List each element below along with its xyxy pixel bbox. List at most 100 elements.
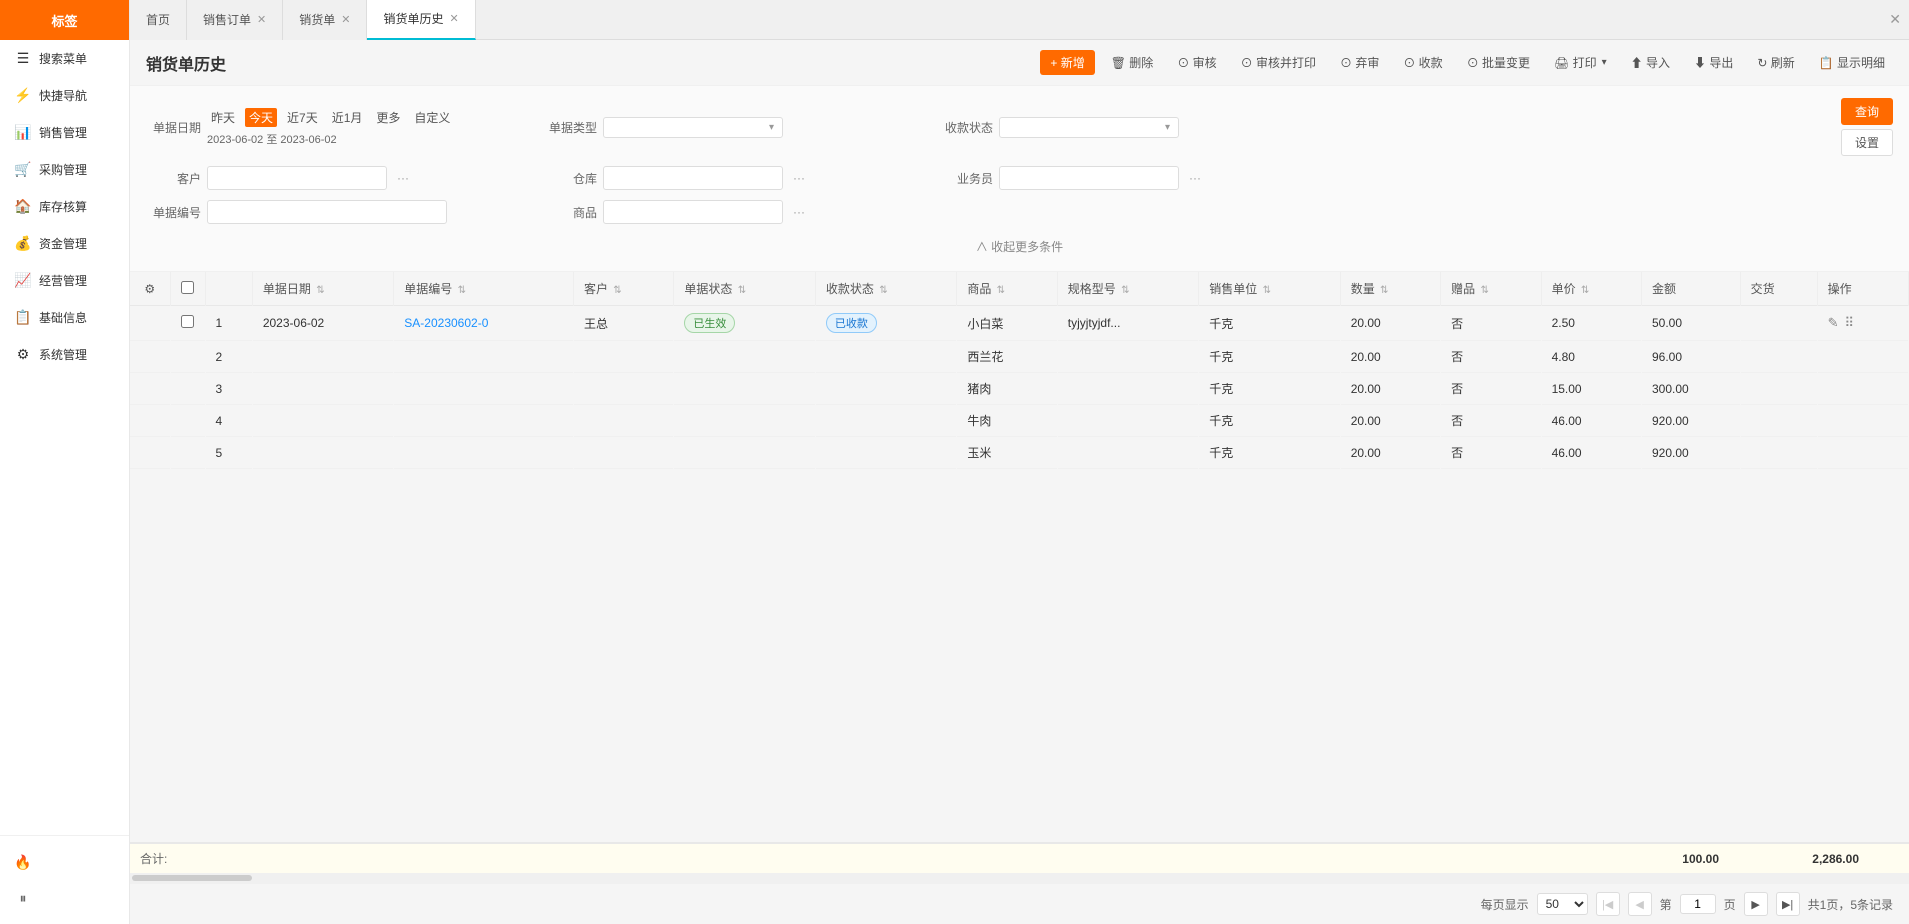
date-tab-today[interactable]: 今天 (245, 108, 277, 127)
td-doc-status-3 (674, 405, 815, 437)
sidebar-item-sys-mgmt[interactable]: ⚙ 系统管理 (0, 336, 129, 373)
warehouse-dots-icon[interactable]: ··· (793, 171, 805, 185)
per-page-select[interactable]: 20 50 100 (1537, 893, 1588, 915)
sort-doc-status-icon[interactable]: ⇅ (738, 285, 746, 296)
sidebar-item-ops-mgmt[interactable]: 📈 经营管理 (0, 262, 129, 299)
payment-status-select[interactable]: ▾ (999, 117, 1179, 138)
tab-close-sales-history[interactable]: ✕ (450, 12, 459, 25)
td-check-3[interactable] (170, 405, 205, 437)
tab-home[interactable]: 首页 (130, 0, 187, 40)
sidebar-item-quick-nav[interactable]: ⚡ 快捷导航 (0, 77, 129, 114)
sort-quantity-icon[interactable]: ⇅ (1380, 285, 1388, 296)
td-check-4[interactable] (170, 437, 205, 469)
sort-customer-icon[interactable]: ⇅ (613, 285, 621, 296)
table-row: 5 玉米 千克 20.00 否 46.00 920.00 (130, 437, 1909, 469)
tab-sales-history[interactable]: 销货单历史 ✕ (367, 0, 475, 40)
refresh-button[interactable]: ↻ 刷新 (1749, 50, 1802, 75)
edit-action-0[interactable]: ✎ (1828, 315, 1839, 330)
warehouse-input[interactable] (603, 166, 783, 190)
collapse-row[interactable]: ∧ 收起更多条件 (146, 234, 1893, 259)
td-pay-status-4 (815, 437, 956, 469)
th-doc-no[interactable]: 单据编号 ⇅ (394, 272, 574, 306)
query-button[interactable]: 查询 (1841, 98, 1893, 125)
sidebar-item-basic-info[interactable]: 📋 基础信息 (0, 299, 129, 336)
page-number-input[interactable] (1680, 894, 1716, 914)
sort-doc-date-icon[interactable]: ⇅ (316, 285, 324, 296)
goods-input[interactable] (603, 200, 783, 224)
td-check-0[interactable] (170, 306, 205, 341)
horizontal-scrollbar[interactable] (130, 873, 1909, 883)
row-checkbox-0[interactable] (181, 315, 194, 328)
salesperson-input[interactable] (999, 166, 1179, 190)
scroll-thumb[interactable] (132, 875, 252, 881)
tab-sales-goods[interactable]: 销货单 ✕ (283, 0, 367, 40)
sidebar-bottom-item-1[interactable]: 🔥 (0, 844, 129, 880)
date-tab-more[interactable]: 更多 (372, 108, 404, 127)
display-detail-button[interactable]: 📋 显示明细 (1811, 50, 1893, 75)
th-doc-date[interactable]: 单据日期 ⇅ (252, 272, 393, 306)
sidebar-bottom-item-2[interactable]: ⏸ (0, 880, 129, 916)
doc-no-input[interactable] (207, 200, 447, 224)
date-tab-yesterday[interactable]: 昨天 (207, 108, 239, 127)
sort-goods-icon[interactable]: ⇅ (997, 285, 1005, 296)
sort-gift-icon[interactable]: ⇅ (1480, 285, 1488, 296)
th-gift[interactable]: 赠品 ⇅ (1441, 272, 1541, 306)
import-button[interactable]: ⬆ 导入 (1623, 50, 1678, 75)
th-doc-status[interactable]: 单据状态 ⇅ (674, 272, 815, 306)
th-quantity[interactable]: 数量 ⇅ (1340, 272, 1440, 306)
basic-info-icon: 📋 (15, 310, 31, 326)
export-button[interactable]: ⬇ 导出 (1686, 50, 1741, 75)
date-tab-1month[interactable]: 近1月 (328, 108, 367, 127)
collect-button[interactable]: ⊙ 收款 (1395, 50, 1450, 75)
new-button[interactable]: + 新增 (1040, 50, 1094, 75)
sidebar-item-sales-mgmt[interactable]: 📊 销售管理 (0, 114, 129, 151)
print-button[interactable]: 🖨 打印 (1546, 50, 1615, 75)
goods-dots-icon[interactable]: ··· (793, 205, 805, 219)
sort-sales-unit-icon[interactable]: ⇅ (1263, 285, 1271, 296)
more-action-0[interactable]: ⠿ (1845, 315, 1855, 330)
th-spec[interactable]: 规格型号 ⇅ (1057, 272, 1198, 306)
sort-doc-no-icon[interactable]: ⇅ (458, 285, 466, 296)
sidebar-item-label: 快捷导航 (39, 87, 87, 104)
delete-button[interactable]: 🗑 删除 (1103, 50, 1162, 75)
th-customer[interactable]: 客户 ⇅ (573, 272, 673, 306)
th-sales-unit[interactable]: 销售单位 ⇅ (1199, 272, 1340, 306)
td-check-1[interactable] (170, 341, 205, 373)
salesperson-label: 业务员 (938, 170, 993, 187)
th-settings[interactable]: ⚙ (130, 272, 170, 306)
date-tab-7days[interactable]: 近7天 (283, 108, 322, 127)
td-check-2[interactable] (170, 373, 205, 405)
sort-pay-status-icon[interactable]: ⇅ (879, 285, 887, 296)
doc-status-badge-0: 已生效 (684, 313, 735, 333)
last-page-button[interactable]: ▶| (1776, 892, 1800, 916)
customer-input[interactable] (207, 166, 387, 190)
sidebar-item-finance[interactable]: 💰 资金管理 (0, 225, 129, 262)
batch-change-button[interactable]: ⊙ 批量变更 (1459, 50, 1538, 75)
sort-spec-icon[interactable]: ⇅ (1121, 285, 1129, 296)
tab-close-sales-order[interactable]: ✕ (257, 13, 266, 26)
tab-sales-order[interactable]: 销售订单 ✕ (187, 0, 283, 40)
salesperson-dots-icon[interactable]: ··· (1189, 171, 1201, 185)
abandon-button[interactable]: ⊙ 弃审 (1332, 50, 1387, 75)
review-button[interactable]: ⊙ 审核 (1169, 50, 1224, 75)
customer-dots-icon[interactable]: ··· (397, 171, 409, 185)
sidebar-item-inventory[interactable]: 🏠 库存核算 (0, 188, 129, 225)
date-tab-custom[interactable]: 自定义 (410, 108, 454, 127)
tab-close-sales-goods[interactable]: ✕ (341, 13, 350, 26)
th-goods[interactable]: 商品 ⇅ (957, 272, 1057, 306)
sidebar-item-purchase-mgmt[interactable]: 🛒 采购管理 (0, 151, 129, 188)
next-page-button[interactable]: ▶ (1744, 892, 1768, 916)
first-page-button[interactable]: |◀ (1596, 892, 1620, 916)
doc-no-link-0[interactable]: SA-20230602-0 (404, 316, 488, 330)
filter-settings-button[interactable]: 设置 (1841, 129, 1893, 156)
select-all-checkbox[interactable] (181, 281, 194, 294)
td-goods-1: 西兰花 (957, 341, 1057, 373)
th-pay-status[interactable]: 收款状态 ⇅ (815, 272, 956, 306)
window-close-icon[interactable]: ✕ (1889, 11, 1901, 28)
doc-type-select[interactable]: ▾ (603, 117, 783, 138)
sort-unit-price-icon[interactable]: ⇅ (1581, 285, 1589, 296)
prev-page-button[interactable]: ◀ (1628, 892, 1652, 916)
review-print-button[interactable]: ⊙ 审核并打印 (1233, 50, 1324, 75)
sidebar-item-search-menu[interactable]: ☰ 搜索菜单 (0, 40, 129, 77)
th-unit-price[interactable]: 单价 ⇅ (1541, 272, 1641, 306)
